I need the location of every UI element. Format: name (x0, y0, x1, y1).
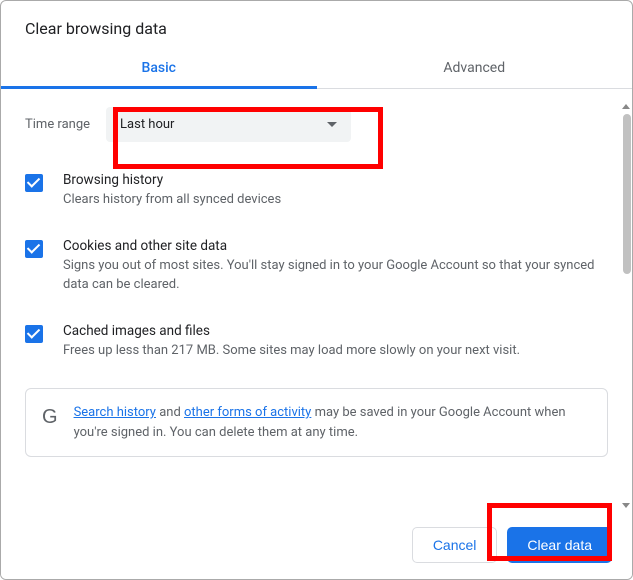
option-desc: Frees up less than 217 MB. Some sites ma… (63, 341, 608, 361)
time-range-row: Time range Last hour (25, 107, 608, 142)
tab-label: Advanced (443, 60, 505, 76)
tabs: Basic Advanced (1, 48, 632, 89)
cancel-button[interactable]: Cancel (412, 527, 498, 563)
option-desc: Clears history from all synced devices (63, 190, 608, 210)
info-text: Search history and other forms of activi… (74, 403, 591, 442)
time-range-label: Time range (25, 117, 90, 132)
checkbox-cache[interactable] (25, 325, 43, 343)
option-title: Cookies and other site data (63, 238, 608, 254)
option-title: Cached images and files (63, 323, 608, 339)
dialog-content: Time range Last hour Browsing history Cl… (1, 89, 632, 511)
time-range-select[interactable]: Last hour (106, 107, 351, 142)
clear-data-button[interactable]: Clear data (507, 527, 612, 563)
google-account-info: G Search history and other forms of acti… (25, 388, 608, 457)
dialog-title: Clear browsing data (1, 1, 632, 48)
scrollbar-thumb[interactable] (623, 114, 631, 274)
option-cookies: Cookies and other site data Signs you ou… (25, 238, 608, 295)
option-cache: Cached images and files Frees up less th… (25, 323, 608, 361)
option-browsing-history: Browsing history Clears history from all… (25, 172, 608, 210)
scroll-up-icon (622, 104, 630, 109)
chevron-down-icon (327, 122, 337, 127)
tab-basic[interactable]: Basic (1, 48, 317, 88)
link-other-activity[interactable]: other forms of activity (184, 405, 311, 420)
option-title: Browsing history (63, 172, 608, 188)
tab-label: Basic (142, 60, 176, 76)
google-logo-icon: G (42, 403, 58, 427)
link-search-history[interactable]: Search history (74, 405, 156, 420)
dialog-footer: Cancel Clear data (1, 511, 632, 579)
scroll-down-icon (622, 503, 630, 508)
time-range-value: Last hour (120, 117, 174, 132)
scrollbar[interactable] (621, 104, 631, 508)
checkbox-cookies[interactable] (25, 240, 43, 258)
checkbox-browsing-history[interactable] (25, 174, 43, 192)
tab-advanced[interactable]: Advanced (317, 48, 633, 88)
clear-browsing-data-dialog: Clear browsing data Basic Advanced Time … (0, 0, 633, 580)
option-desc: Signs you out of most sites. You'll stay… (63, 256, 608, 295)
